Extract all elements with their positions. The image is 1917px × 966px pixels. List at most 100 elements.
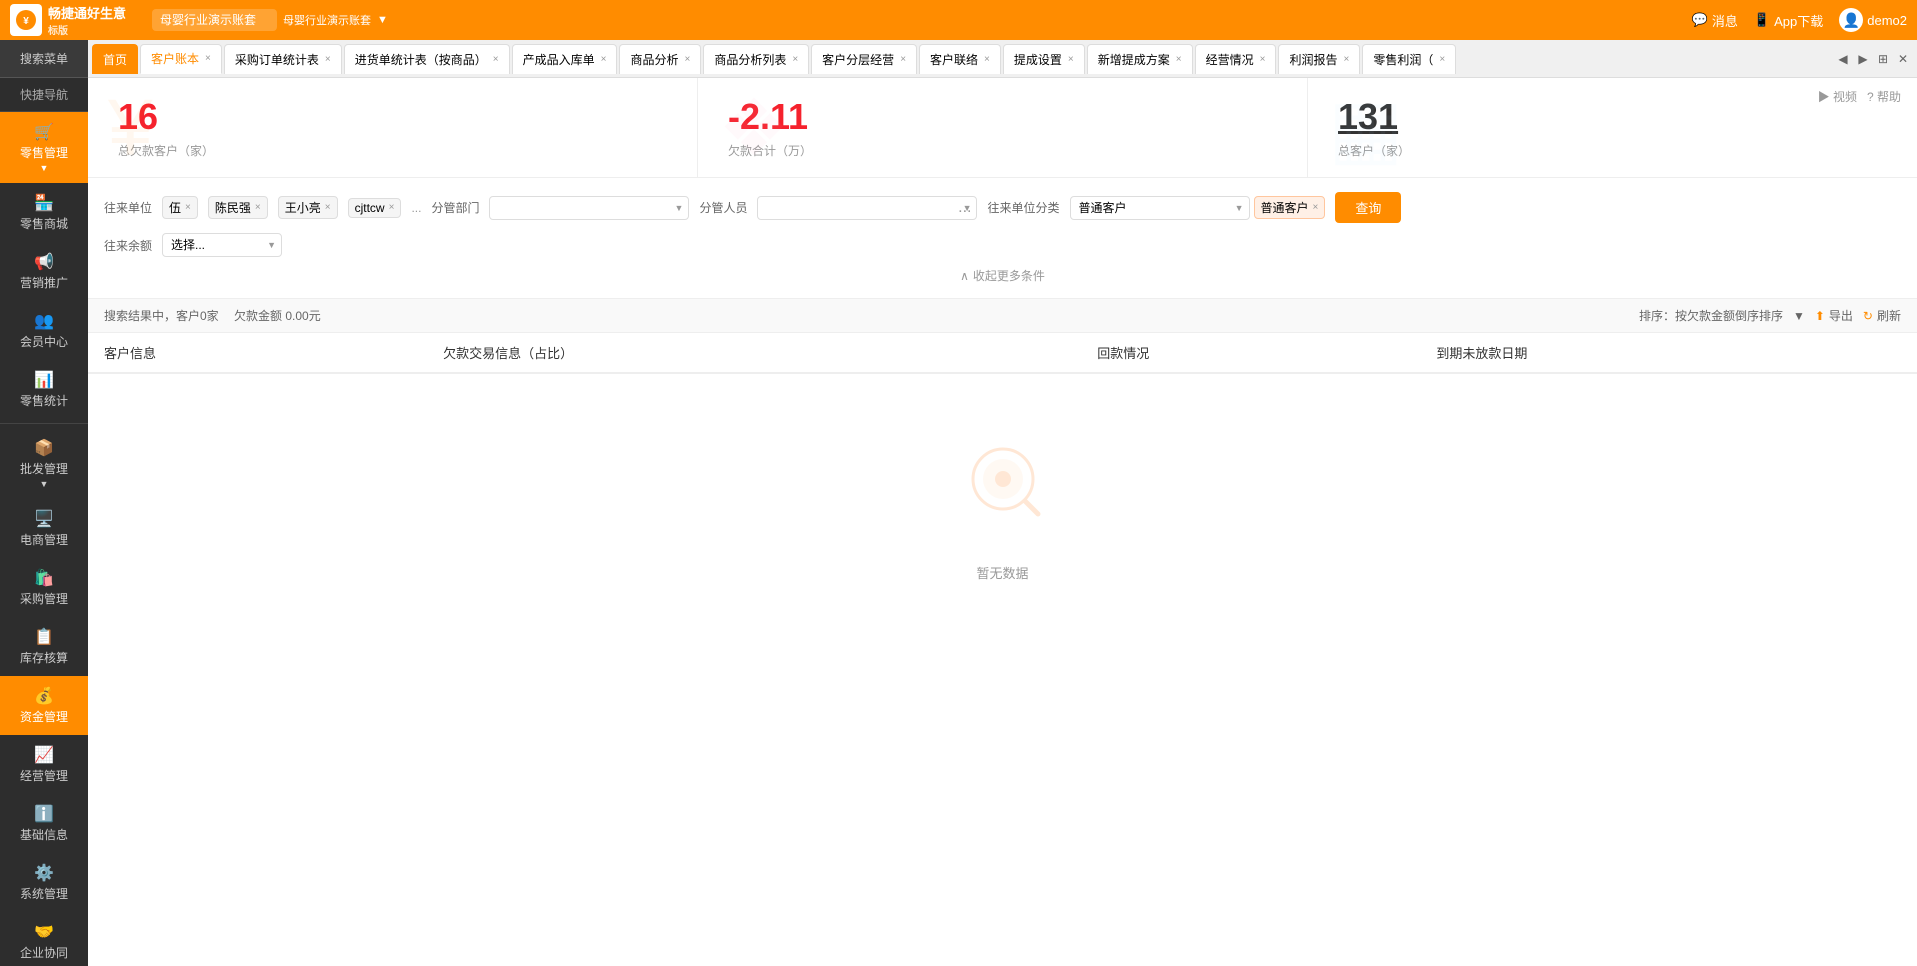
sidebar-item-ecommerce[interactable]: 🖥️ 电商管理 [0, 499, 88, 558]
close-tag-t2[interactable]: × [255, 202, 261, 213]
tab-home[interactable]: 首页 [92, 44, 138, 74]
tab-prev-btn[interactable]: ◀ [1833, 49, 1853, 69]
tab-close-inbound-stats[interactable]: × [493, 54, 499, 65]
col-customer-info: 客户信息 [88, 333, 427, 373]
tab-close-ops-situation[interactable]: × [1260, 54, 1266, 65]
app-title: 畅捷通好生意 [48, 3, 126, 22]
close-tag-t3[interactable]: × [325, 202, 331, 213]
dept-select-wrap [489, 196, 689, 220]
sidebar-item-ops[interactable]: 📈 经营管理 [0, 735, 88, 794]
sidebar-item-cooperation[interactable]: 🤝 企业协同 [0, 912, 88, 966]
tab-bar: 首页 客户账本 × 采购订单统计表 × 进货单统计表（按商品） × 产成品入库单… [88, 40, 1917, 78]
tab-close-purchase-order-stats[interactable]: × [325, 54, 331, 65]
tab-close-customer-debt[interactable]: × [205, 53, 211, 64]
tab-expand-btn[interactable]: ⊞ [1873, 49, 1893, 69]
retail-mall-icon: 🏪 [34, 193, 54, 213]
tab-cost-inbound[interactable]: 产成品入库单 × [512, 44, 618, 74]
stat-total-customers: ▦ 131 总客户（家） [1308, 78, 1917, 177]
tab-close-all-btn[interactable]: ✕ [1893, 49, 1913, 69]
member-icon: 👥 [34, 311, 54, 331]
tab-close-customer-tier[interactable]: × [900, 54, 906, 65]
tab-profit-report[interactable]: 利润报告 × [1278, 44, 1360, 74]
balance-select[interactable]: 选择... [162, 233, 282, 257]
inventory-icon: 📋 [34, 627, 54, 647]
message-btn[interactable]: 💬 消息 [1692, 11, 1738, 30]
refresh-icon: ↻ [1863, 309, 1873, 323]
unit-label: 往来单位 [104, 199, 152, 216]
export-btn[interactable]: ⬆ 导出 [1815, 307, 1853, 324]
data-table: 客户信息 欠款交易信息（占比） 回款情况 到期未放款日期 [88, 333, 1917, 374]
refresh-btn[interactable]: ↻ 刷新 [1863, 307, 1901, 324]
sidebar-item-basic-info[interactable]: ℹ️ 基础信息 [0, 794, 88, 853]
filter-tag-t4[interactable]: cjttcw × [348, 198, 402, 218]
account-selector[interactable]: 母婴行业演示账套 [152, 9, 277, 31]
tab-product-analysis[interactable]: 商品分析 × [619, 44, 701, 74]
sidebar-item-member[interactable]: 👥 会员中心 [0, 301, 88, 360]
close-tag-category[interactable]: × [1313, 202, 1319, 213]
basic-info-icon: ℹ️ [34, 804, 54, 824]
category-select-wrap: 普通客户 [1070, 196, 1250, 220]
person-dots[interactable]: ... [958, 199, 971, 217]
sidebar-item-retail-mall[interactable]: 🏪 零售商城 [0, 183, 88, 242]
retail-mgmt-icon: 🛒 [34, 122, 54, 142]
filter-more-tags[interactable]: ... [411, 201, 421, 215]
tab-customer-contact[interactable]: 客户联络 × [919, 44, 1001, 74]
sidebar-item-system[interactable]: ⚙️ 系统管理 [0, 853, 88, 912]
tab-close-retail-profit[interactable]: × [1439, 54, 1445, 65]
col-debt-info: 欠款交易信息（占比） [427, 333, 1081, 373]
dept-select[interactable] [489, 196, 689, 220]
collapse-btn[interactable]: ∧ 收起更多条件 [104, 267, 1901, 284]
tab-product-analysis-list[interactable]: 商品分析列表 × [703, 44, 809, 74]
app-logo: ¥ 畅捷通好生意 标版 [10, 3, 126, 37]
close-tag-t4[interactable]: × [389, 202, 395, 213]
sidebar-item-finance[interactable]: 💰 资金管理 [0, 676, 88, 735]
tab-next-btn[interactable]: ▶ [1853, 49, 1873, 69]
tab-close-product-analysis[interactable]: × [684, 54, 690, 65]
tab-close-product-analysis-list[interactable]: × [792, 54, 798, 65]
sidebar-item-inventory[interactable]: 📋 库存核算 [0, 617, 88, 676]
tab-improve-settings[interactable]: 提成设置 × [1003, 44, 1085, 74]
stat-overdue-customers: ¥ 16 总欠款客户（家） [88, 78, 698, 177]
tab-ops-situation[interactable]: 经营情况 × [1195, 44, 1277, 74]
empty-text: 暂无数据 [976, 563, 1028, 582]
chevron-up-icon: ∧ [960, 269, 969, 283]
user-avatar-btn[interactable]: 👤 demo2 [1839, 8, 1907, 32]
close-tag-t1[interactable]: × [185, 202, 191, 213]
sidebar-item-marketing[interactable]: 📢 营销推广 [0, 242, 88, 301]
finance-icon: 💰 [34, 686, 54, 706]
tab-customer-debt[interactable]: 客户账本 × [140, 44, 222, 74]
filter-tag-category[interactable]: 普通客户 × [1254, 196, 1326, 219]
tab-purchase-order-stats[interactable]: 采购订单统计表 × [224, 44, 342, 74]
tab-new-improve[interactable]: 新增提成方案 × [1087, 44, 1193, 74]
app-download-btn[interactable]: 📱 App下载 [1754, 11, 1823, 30]
tab-customer-tier[interactable]: 客户分层经营 × [811, 44, 917, 74]
tab-close-customer-contact[interactable]: × [984, 54, 990, 65]
balance-select-wrap: 选择... [162, 233, 282, 257]
tab-retail-profit[interactable]: 零售利润（ × [1362, 44, 1456, 74]
person-input[interactable] [757, 196, 977, 220]
category-label: 往来单位分类 [987, 199, 1059, 216]
tab-inbound-stats[interactable]: 进货单统计表（按商品） × [344, 44, 510, 74]
sidebar-item-purchase[interactable]: 🛍️ 采购管理 [0, 558, 88, 617]
filter-tag-t2[interactable]: 陈民强 × [208, 196, 268, 219]
sidebar-item-retail-mgmt[interactable]: 🛒 零售管理 ▼ [0, 112, 88, 183]
download-icon: 📱 [1754, 12, 1770, 28]
page-content: ▶ 视频 ? 帮助 ¥ 16 总欠款客户（家） ❖ [88, 78, 1917, 966]
avatar: 👤 [1839, 8, 1863, 32]
sidebar-item-retail-stats[interactable]: 📊 零售统计 [0, 360, 88, 419]
sidebar-item-wholesale[interactable]: 📦 批发管理 ▼ [0, 428, 88, 499]
query-btn[interactable]: 查询 [1335, 192, 1401, 223]
tab-close-new-improve[interactable]: × [1176, 54, 1182, 65]
filter-tag-t3[interactable]: 王小亮 × [278, 196, 338, 219]
system-icon: ⚙️ [34, 863, 54, 883]
tab-close-cost-inbound[interactable]: × [601, 54, 607, 65]
category-select-area: 普通客户 普通客户 × [1070, 196, 1326, 220]
category-select[interactable]: 普通客户 [1070, 196, 1250, 220]
sidebar-quick-nav[interactable]: 快捷导航 [0, 78, 88, 112]
tab-close-profit-report[interactable]: × [1343, 54, 1349, 65]
tab-close-improve-settings[interactable]: × [1068, 54, 1074, 65]
stats-bar: ▶ 视频 ? 帮助 ¥ 16 总欠款客户（家） ❖ [88, 78, 1917, 178]
filter-tag-t1[interactable]: 伍 × [162, 196, 198, 219]
sidebar-search[interactable]: 搜索菜单 [0, 40, 88, 78]
wholesale-icon: 📦 [34, 438, 54, 458]
